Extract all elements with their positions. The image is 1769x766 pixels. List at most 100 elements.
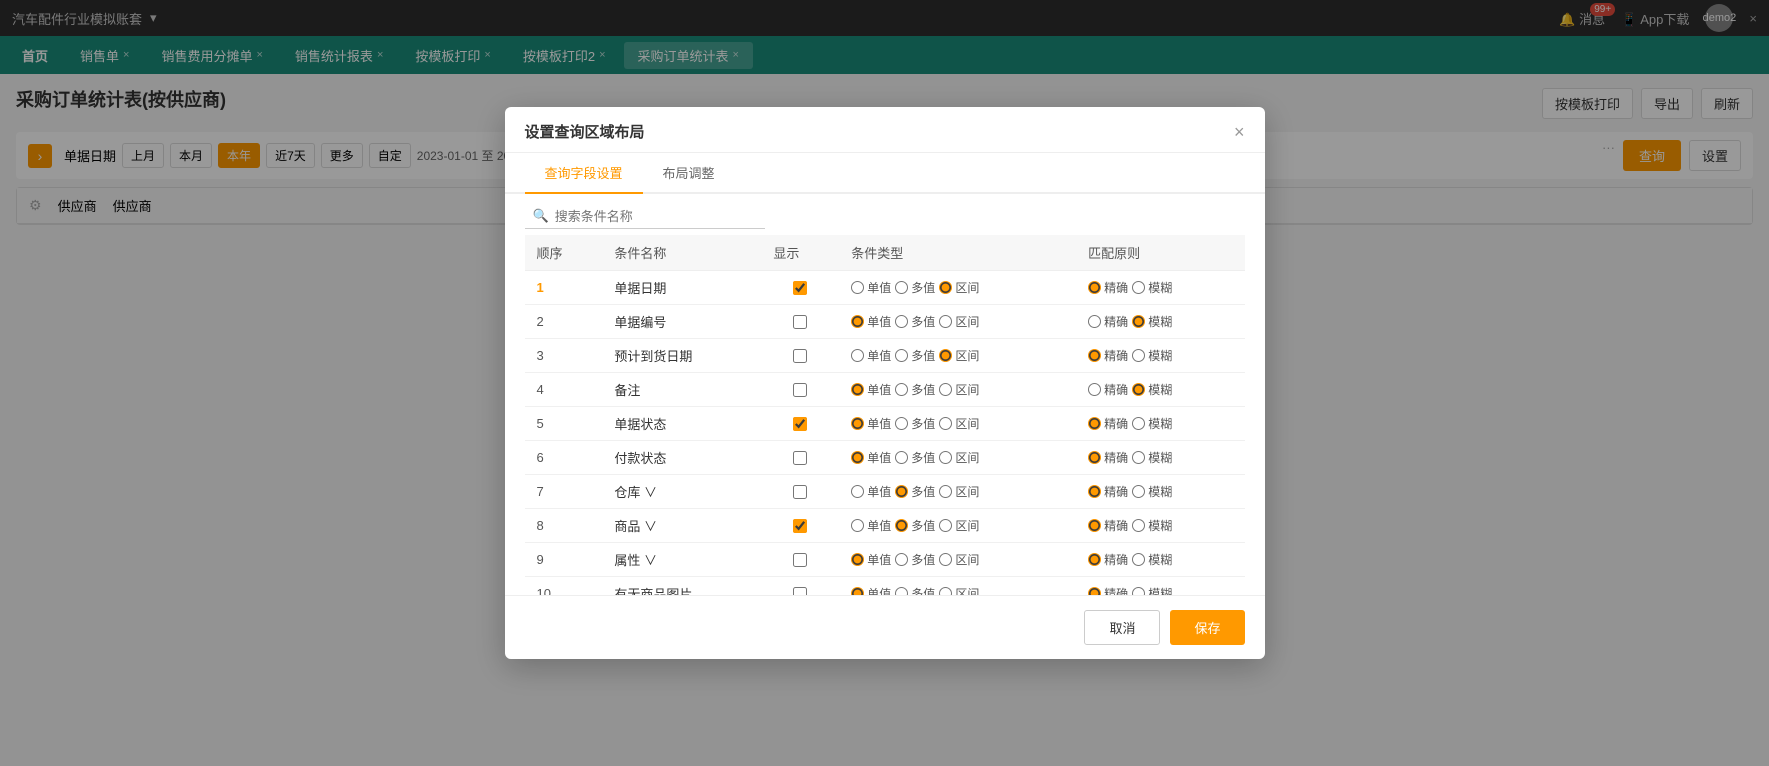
type-single-radio[interactable] [851, 485, 864, 498]
dialog-close-button[interactable]: × [1234, 123, 1245, 141]
search-input[interactable] [555, 209, 755, 224]
type-multi-label[interactable]: 多值 [895, 381, 935, 398]
show-checkbox[interactable] [793, 451, 807, 465]
type-range-label[interactable]: 区间 [939, 517, 979, 534]
type-multi-radio[interactable] [895, 349, 908, 362]
type-multi-label[interactable]: 多值 [895, 313, 935, 330]
type-single-label[interactable]: 单值 [851, 313, 891, 330]
show-checkbox[interactable] [793, 315, 807, 329]
match-exact-radio[interactable] [1088, 519, 1101, 532]
match-exact-label[interactable]: 精确 [1088, 415, 1128, 432]
match-fuzzy-label[interactable]: 模糊 [1132, 313, 1172, 330]
show-checkbox[interactable] [793, 587, 807, 596]
type-single-radio[interactable] [851, 553, 864, 566]
match-exact-label[interactable]: 精确 [1088, 517, 1128, 534]
type-range-label[interactable]: 区间 [939, 279, 979, 296]
type-multi-radio[interactable] [895, 485, 908, 498]
type-multi-label[interactable]: 多值 [895, 279, 935, 296]
match-exact-radio[interactable] [1088, 451, 1101, 464]
match-fuzzy-radio[interactable] [1132, 417, 1145, 430]
type-single-label[interactable]: 单值 [851, 279, 891, 296]
type-multi-label[interactable]: 多值 [895, 551, 935, 568]
save-button[interactable]: 保存 [1170, 610, 1244, 645]
type-multi-radio[interactable] [895, 451, 908, 464]
show-checkbox[interactable] [793, 417, 807, 431]
type-range-radio[interactable] [939, 485, 952, 498]
show-checkbox[interactable] [793, 383, 807, 397]
type-single-label[interactable]: 单值 [851, 483, 891, 500]
type-multi-radio[interactable] [895, 315, 908, 328]
type-range-radio[interactable] [939, 281, 952, 294]
type-multi-label[interactable]: 多值 [895, 585, 935, 595]
match-exact-radio[interactable] [1088, 383, 1101, 396]
match-exact-radio[interactable] [1088, 553, 1101, 566]
match-exact-radio[interactable] [1088, 417, 1101, 430]
match-exact-label[interactable]: 精确 [1088, 483, 1128, 500]
match-exact-radio[interactable] [1088, 349, 1101, 362]
dialog-tab-layout[interactable]: 布局调整 [643, 153, 735, 194]
match-fuzzy-label[interactable]: 模糊 [1132, 517, 1172, 534]
match-fuzzy-label[interactable]: 模糊 [1132, 279, 1172, 296]
type-single-radio[interactable] [851, 383, 864, 396]
type-range-label[interactable]: 区间 [939, 313, 979, 330]
match-exact-label[interactable]: 精确 [1088, 279, 1128, 296]
type-single-label[interactable]: 单值 [851, 381, 891, 398]
type-range-label[interactable]: 区间 [939, 381, 979, 398]
type-range-radio[interactable] [939, 519, 952, 532]
match-fuzzy-label[interactable]: 模糊 [1132, 483, 1172, 500]
type-multi-radio[interactable] [895, 281, 908, 294]
dialog-tab-query[interactable]: 查询字段设置 [525, 153, 643, 194]
type-multi-radio[interactable] [895, 553, 908, 566]
match-exact-radio[interactable] [1088, 485, 1101, 498]
type-range-radio[interactable] [939, 315, 952, 328]
type-multi-radio[interactable] [895, 383, 908, 396]
type-multi-label[interactable]: 多值 [895, 449, 935, 466]
type-range-radio[interactable] [939, 553, 952, 566]
match-exact-label[interactable]: 精确 [1088, 449, 1128, 466]
type-multi-label[interactable]: 多值 [895, 347, 935, 364]
match-exact-radio[interactable] [1088, 587, 1101, 595]
show-checkbox[interactable] [793, 349, 807, 363]
type-single-radio[interactable] [851, 451, 864, 464]
type-multi-radio[interactable] [895, 519, 908, 532]
type-single-radio[interactable] [851, 349, 864, 362]
match-exact-label[interactable]: 精确 [1088, 585, 1128, 595]
match-fuzzy-label[interactable]: 模糊 [1132, 347, 1172, 364]
type-single-radio[interactable] [851, 315, 864, 328]
match-exact-label[interactable]: 精确 [1088, 551, 1128, 568]
match-exact-radio[interactable] [1088, 315, 1101, 328]
type-range-radio[interactable] [939, 451, 952, 464]
type-range-radio[interactable] [939, 349, 952, 362]
match-fuzzy-radio[interactable] [1132, 383, 1145, 396]
type-single-label[interactable]: 单值 [851, 415, 891, 432]
type-multi-label[interactable]: 多值 [895, 517, 935, 534]
type-multi-radio[interactable] [895, 587, 908, 595]
type-range-label[interactable]: 区间 [939, 551, 979, 568]
match-fuzzy-radio[interactable] [1132, 587, 1145, 595]
type-range-label[interactable]: 区间 [939, 483, 979, 500]
type-single-label[interactable]: 单值 [851, 347, 891, 364]
show-checkbox[interactable] [793, 281, 807, 295]
type-range-label[interactable]: 区间 [939, 415, 979, 432]
type-multi-radio[interactable] [895, 417, 908, 430]
match-fuzzy-radio[interactable] [1132, 519, 1145, 532]
match-fuzzy-radio[interactable] [1132, 349, 1145, 362]
type-multi-label[interactable]: 多值 [895, 483, 935, 500]
match-fuzzy-radio[interactable] [1132, 315, 1145, 328]
type-range-radio[interactable] [939, 383, 952, 396]
type-multi-label[interactable]: 多值 [895, 415, 935, 432]
type-range-label[interactable]: 区间 [939, 347, 979, 364]
show-checkbox[interactable] [793, 519, 807, 533]
type-range-label[interactable]: 区间 [939, 449, 979, 466]
type-single-radio[interactable] [851, 519, 864, 532]
type-single-label[interactable]: 单值 [851, 551, 891, 568]
type-single-radio[interactable] [851, 587, 864, 595]
match-fuzzy-label[interactable]: 模糊 [1132, 585, 1172, 595]
match-fuzzy-radio[interactable] [1132, 553, 1145, 566]
type-single-label[interactable]: 单值 [851, 517, 891, 534]
match-exact-label[interactable]: 精确 [1088, 347, 1128, 364]
show-checkbox[interactable] [793, 485, 807, 499]
type-single-label[interactable]: 单值 [851, 585, 891, 595]
match-exact-radio[interactable] [1088, 281, 1101, 294]
match-fuzzy-label[interactable]: 模糊 [1132, 449, 1172, 466]
